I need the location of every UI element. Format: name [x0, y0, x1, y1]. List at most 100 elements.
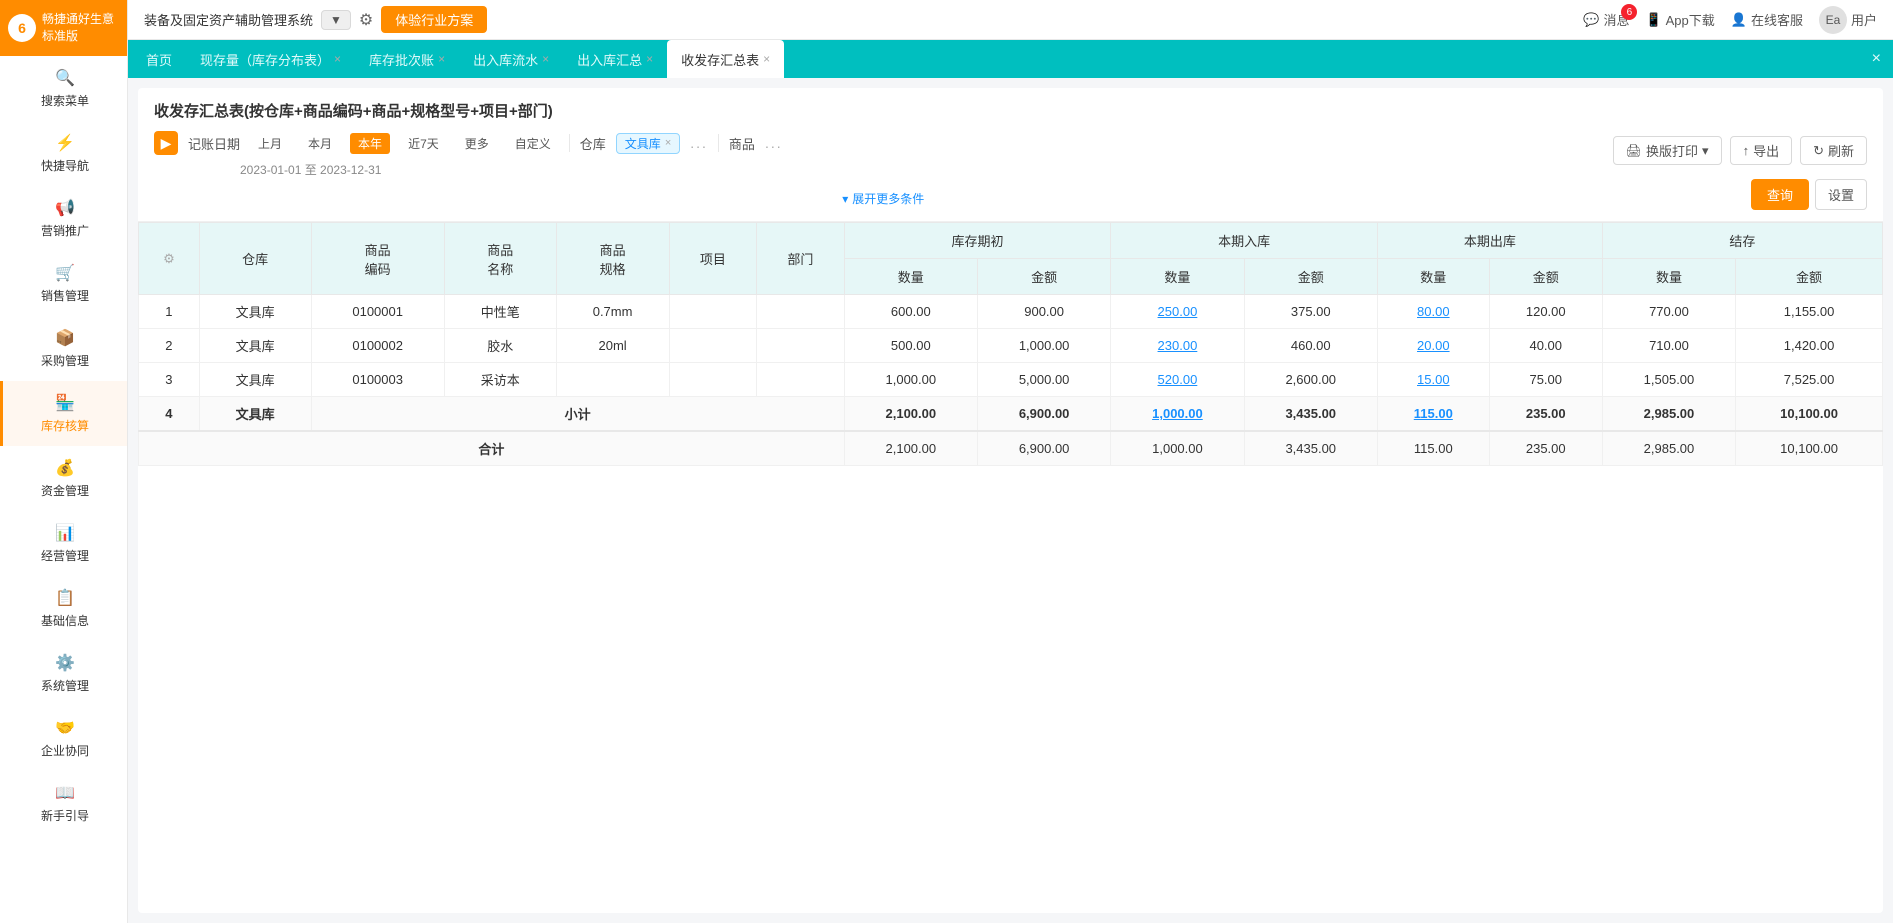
table-wrap: ⚙ 仓库 商品编码 商品名称 商品规格 项目 部门 库存期初 本期入库 本期出库… — [138, 222, 1883, 913]
system-label: 系统管理 — [41, 677, 89, 694]
date-label: 记账日期 — [188, 134, 240, 153]
date-btn-this-month[interactable]: 本月 — [300, 133, 340, 154]
col-settings-icon[interactable]: ⚙ — [163, 251, 175, 266]
tab-2[interactable]: 库存批次账× — [355, 40, 459, 78]
sidebar-item-search[interactable]: 🔍搜索菜单 — [0, 56, 127, 121]
row-in-qty[interactable]: 520.00 — [1111, 363, 1244, 397]
sidebar-item-enterprise[interactable]: 🤝企业协同 — [0, 706, 127, 771]
date-btn-this-year[interactable]: 本年 — [350, 133, 390, 154]
app-download-item[interactable]: 📱 App下载 — [1645, 10, 1714, 29]
sidebar-nav: 🔍搜索菜单⚡快捷导航📢营销推广🛒销售管理📦采购管理🏪库存核算💰资金管理📊经营管理… — [0, 56, 127, 923]
sidebar-item-marketing[interactable]: 📢营销推广 — [0, 186, 127, 251]
sidebar-item-guide[interactable]: 📖新手引导 — [0, 771, 127, 836]
tab-4[interactable]: 出入库汇总 × — [563, 40, 667, 78]
date-btn-7days[interactable]: 近7天 — [400, 133, 447, 154]
filter-dots-1[interactable]: ... — [690, 135, 708, 151]
settings-icon[interactable]: ⚙ — [359, 10, 373, 30]
tab-5[interactable]: 收发存汇总表 × — [667, 40, 784, 78]
row-bal-amt: 1,155.00 — [1736, 295, 1883, 329]
warehouse-tag-text: 文具库 — [625, 135, 661, 152]
row-open-amt: 5,000.00 — [977, 363, 1110, 397]
row-bal-qty: 770.00 — [1602, 295, 1735, 329]
tab-label-4: 出入库汇总 — [577, 50, 642, 69]
row-in-qty-val[interactable]: 230.00 — [1158, 338, 1198, 353]
search-label: 搜索菜单 — [41, 92, 89, 109]
print-label: 换版打印 — [1646, 141, 1698, 160]
tabs-bar: 首页现存量（库存分布表）×库存批次账×出入库流水× 出入库汇总 × 收发存汇总表 × × — [128, 40, 1893, 78]
th-balance: 结存 — [1602, 223, 1882, 259]
row-in-qty[interactable]: 230.00 — [1111, 329, 1244, 363]
filter-dots-2[interactable]: ... — [765, 135, 783, 151]
row-in-qty-val[interactable]: 250.00 — [1158, 304, 1198, 319]
date-btn-more[interactable]: 更多 — [457, 133, 497, 154]
refresh-btn[interactable]: ↻ 刷新 — [1800, 136, 1867, 165]
tab-close-4[interactable]: × — [646, 52, 653, 66]
sub-warehouse: 文具库 — [199, 397, 311, 432]
tab-3[interactable]: 出入库流水× — [459, 40, 563, 78]
subtotal-row: 4 文具库 小计 2,100.00 6,900.00 1,000.00 3,43… — [139, 397, 1883, 432]
sidebar-item-quick[interactable]: ⚡快捷导航 — [0, 121, 127, 186]
purchase-label: 采购管理 — [41, 352, 89, 369]
row-name: 中性笔 — [444, 295, 556, 329]
page-title: 收发存汇总表(按仓库+商品编码+商品+规格型号+项目+部门) — [154, 100, 1613, 121]
warehouse-tag[interactable]: 文具库 × — [616, 133, 680, 154]
user-item[interactable]: Ea 用户 — [1819, 6, 1877, 34]
tab-close-2[interactable]: × — [438, 52, 445, 66]
print-btn[interactable]: 🖨 换版打印 ▾ — [1613, 136, 1722, 165]
expand-conditions-btn[interactable]: ▾ 展开更多条件 — [842, 190, 924, 207]
th-open-amt: 金额 — [977, 259, 1110, 295]
sales-label: 销售管理 — [41, 287, 89, 304]
query-btn[interactable]: 查询 — [1751, 179, 1809, 210]
footer-label: 合计 — [139, 431, 845, 466]
sidebar-item-inventory[interactable]: 🏪库存核算 — [0, 381, 127, 446]
header-with-actions: 收发存汇总表(按仓库+商品编码+商品+规格型号+项目+部门) ▶ 记账日期 上月… — [154, 100, 1867, 213]
page-container: 收发存汇总表(按仓库+商品编码+商品+规格型号+项目+部门) ▶ 记账日期 上月… — [138, 88, 1883, 913]
row-code: 0100003 — [311, 363, 444, 397]
marketing-label: 营销推广 — [41, 222, 89, 239]
filter-toggle-btn[interactable]: ▶ — [154, 131, 178, 155]
row-out-qty-val[interactable]: 80.00 — [1417, 304, 1450, 319]
enterprise-icon: 🤝 — [55, 718, 75, 738]
sidebar-item-operation[interactable]: 📊经营管理 — [0, 511, 127, 576]
message-item[interactable]: 💬 消息 6 — [1583, 10, 1629, 29]
sub-out-qty-val[interactable]: 115.00 — [1414, 406, 1453, 421]
tab-1[interactable]: 现存量（库存分布表）× — [186, 40, 355, 78]
tabs-close-all[interactable]: × — [1864, 50, 1889, 68]
service-icon: 👤 — [1731, 12, 1747, 28]
expand-label: 展开更多条件 — [852, 190, 924, 207]
sidebar-item-purchase[interactable]: 📦采购管理 — [0, 316, 127, 381]
sidebar-item-system[interactable]: ⚙️系统管理 — [0, 641, 127, 706]
export-btn[interactable]: ↑ 导出 — [1730, 136, 1793, 165]
tab-label-5: 收发存汇总表 — [681, 50, 759, 69]
footer-open-amt: 6,900.00 — [977, 431, 1110, 466]
th-settings[interactable]: ⚙ — [139, 223, 200, 295]
warehouse-tag-close[interactable]: × — [665, 137, 671, 149]
experience-btn[interactable]: 体验行业方案 — [381, 6, 487, 33]
row-out-qty[interactable]: 80.00 — [1377, 295, 1489, 329]
tab-close-1[interactable]: × — [334, 52, 341, 66]
row-in-qty-val[interactable]: 520.00 — [1158, 372, 1198, 387]
date-btn-custom[interactable]: 自定义 — [507, 133, 559, 154]
tab-close-3[interactable]: × — [542, 52, 549, 66]
sidebar-item-finance[interactable]: 💰资金管理 — [0, 446, 127, 511]
tab-close-5[interactable]: × — [763, 52, 770, 66]
system-dropdown[interactable]: ▼ — [321, 10, 351, 30]
row-out-qty-val[interactable]: 15.00 — [1417, 372, 1450, 387]
tab-0[interactable]: 首页 — [132, 40, 186, 78]
sub-label: 小计 — [311, 397, 844, 432]
row-in-qty[interactable]: 250.00 — [1111, 295, 1244, 329]
row-project — [669, 363, 757, 397]
online-service-item[interactable]: 👤 在线客服 — [1731, 10, 1803, 29]
row-out-qty-val[interactable]: 20.00 — [1417, 338, 1450, 353]
sidebar-item-sales[interactable]: 🛒销售管理 — [0, 251, 127, 316]
row-open-amt: 1,000.00 — [977, 329, 1110, 363]
footer-open-qty: 2,100.00 — [844, 431, 977, 466]
date-btn-last-month[interactable]: 上月 — [250, 133, 290, 154]
guide-icon: 📖 — [55, 783, 75, 803]
row-out-qty[interactable]: 15.00 — [1377, 363, 1489, 397]
sidebar-item-basic[interactable]: 📋基础信息 — [0, 576, 127, 641]
query-set-btns: 查询 设置 — [1751, 179, 1867, 210]
sub-in-qty-val[interactable]: 1,000.00 — [1152, 406, 1203, 421]
set-btn[interactable]: 设置 — [1815, 179, 1867, 210]
row-out-qty[interactable]: 20.00 — [1377, 329, 1489, 363]
